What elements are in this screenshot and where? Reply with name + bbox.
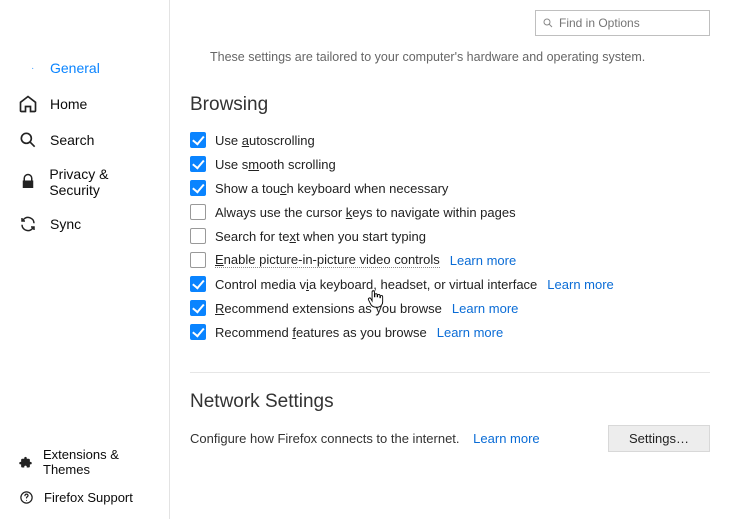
lock-icon xyxy=(18,172,37,192)
sidebar-item-label: Privacy & Security xyxy=(49,166,159,198)
search-box[interactable] xyxy=(535,10,710,36)
browsing-option[interactable]: Search for text when you start typing xyxy=(190,224,710,248)
checkbox[interactable] xyxy=(190,276,206,292)
sidebar-item-extensions[interactable]: Extensions & Themes xyxy=(0,441,169,483)
browsing-options: Use autoscrolling Use smooth scrolling Sho… xyxy=(190,128,710,344)
checkbox-label: Use autoscrolling xyxy=(215,133,315,148)
home-icon xyxy=(18,94,38,114)
search-input[interactable] xyxy=(559,16,703,30)
sidebar: General Home Search Privacy & Security S xyxy=(0,0,170,519)
checkbox[interactable] xyxy=(190,204,206,220)
sidebar-nav: General Home Search Privacy & Security S xyxy=(0,50,169,242)
checkbox[interactable] xyxy=(190,180,206,196)
network-desc: Configure how Firefox connects to the in… xyxy=(190,431,540,446)
sidebar-item-sync[interactable]: Sync xyxy=(0,206,169,242)
sidebar-item-search[interactable]: Search xyxy=(0,122,169,158)
browsing-option[interactable]: Use smooth scrolling xyxy=(190,152,710,176)
network-learn-more-link[interactable]: Learn more xyxy=(473,431,539,446)
sidebar-item-support[interactable]: Firefox Support xyxy=(0,483,169,511)
browsing-option[interactable]: Enable picture-in-picture video controls… xyxy=(190,248,710,272)
checkbox[interactable] xyxy=(190,252,206,268)
sidebar-footer: Extensions & Themes Firefox Support xyxy=(0,441,169,511)
sidebar-item-label: Firefox Support xyxy=(44,490,133,505)
checkbox-label: Recommend features as you browse xyxy=(215,325,427,340)
network-heading: Network Settings xyxy=(190,372,710,413)
sync-icon xyxy=(18,214,38,234)
checkbox[interactable] xyxy=(190,324,206,340)
network-row: Configure how Firefox connects to the in… xyxy=(190,425,710,452)
sidebar-item-label: General xyxy=(50,60,100,76)
checkbox-label: Search for text when you start typing xyxy=(215,229,426,244)
intro-text: These settings are tailored to your comp… xyxy=(190,50,710,64)
browsing-option[interactable]: Control media via keyboard, headset, or … xyxy=(190,272,710,296)
browsing-option[interactable]: Recommend features as you browse Learn mo… xyxy=(190,320,710,344)
learn-more-link[interactable]: Learn more xyxy=(547,277,613,292)
learn-more-link[interactable]: Learn more xyxy=(452,301,518,316)
checkbox-label: Control media via keyboard, headset, or … xyxy=(215,277,537,292)
checkbox-label: Enable picture-in-picture video controls xyxy=(215,252,440,268)
gear-icon xyxy=(18,58,38,78)
checkbox-label: Show a touch keyboard when necessary xyxy=(215,181,448,196)
browsing-option[interactable]: Show a touch keyboard when necessary xyxy=(190,176,710,200)
browsing-option[interactable]: Always use the cursor keys to navigate w… xyxy=(190,200,710,224)
sidebar-item-label: Search xyxy=(50,132,94,148)
checkbox[interactable] xyxy=(190,300,206,316)
network-desc-text: Configure how Firefox connects to the in… xyxy=(190,431,460,446)
search-icon xyxy=(18,130,38,150)
sidebar-item-privacy[interactable]: Privacy & Security xyxy=(0,158,169,206)
checkbox[interactable] xyxy=(190,156,206,172)
checkbox[interactable] xyxy=(190,132,206,148)
learn-more-link[interactable]: Learn more xyxy=(450,253,516,268)
main-content: These settings are tailored to your comp… xyxy=(170,0,750,519)
network-settings-button[interactable]: Settings… xyxy=(608,425,710,452)
search-icon xyxy=(542,17,554,29)
learn-more-link[interactable]: Learn more xyxy=(437,325,503,340)
help-icon xyxy=(18,489,34,505)
sidebar-item-label: Sync xyxy=(50,216,81,232)
checkbox-label: Always use the cursor keys to navigate w… xyxy=(215,205,516,220)
search-wrap xyxy=(190,10,710,36)
sidebar-item-label: Home xyxy=(50,96,87,112)
puzzle-icon xyxy=(18,454,33,470)
sidebar-item-label: Extensions & Themes xyxy=(43,447,159,477)
sidebar-item-general[interactable]: General xyxy=(0,50,169,86)
checkbox-label: Use smooth scrolling xyxy=(215,157,336,172)
sidebar-item-home[interactable]: Home xyxy=(0,86,169,122)
browsing-option[interactable]: Use autoscrolling xyxy=(190,128,710,152)
browsing-heading: Browsing xyxy=(190,94,710,116)
checkbox-label: Recommend extensions as you browse xyxy=(215,301,442,316)
browsing-option[interactable]: Recommend extensions as you browse Learn … xyxy=(190,296,710,320)
checkbox[interactable] xyxy=(190,228,206,244)
